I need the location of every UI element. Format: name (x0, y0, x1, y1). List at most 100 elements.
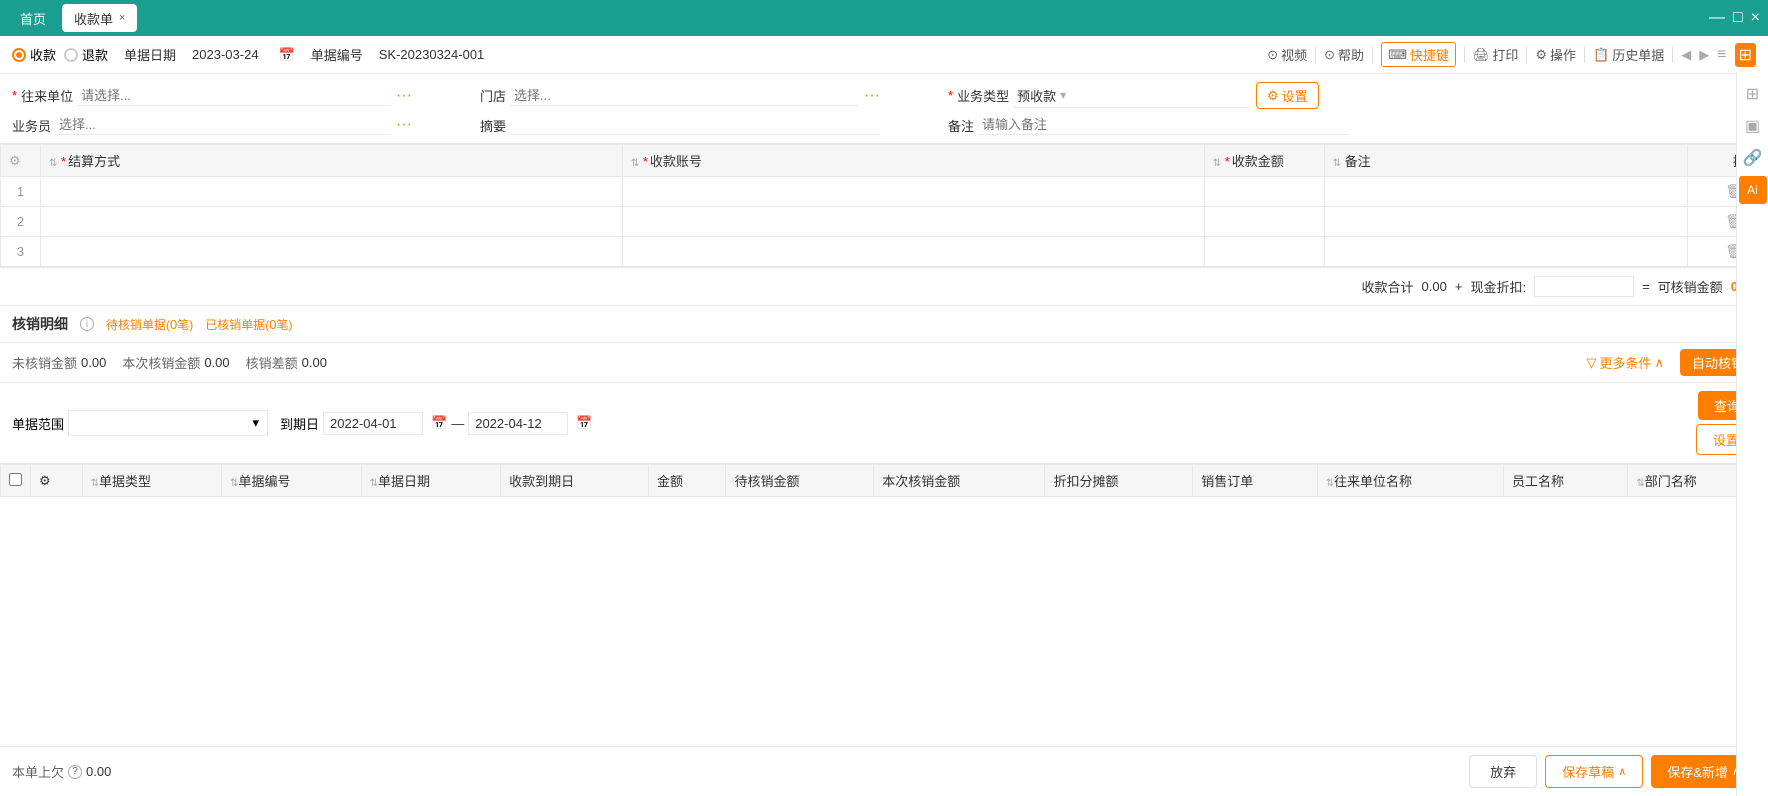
current-value: 0.00 (204, 355, 229, 370)
history-btn[interactable]: 📋 历史单据 (1593, 45, 1664, 64)
date-from-cal-icon[interactable]: 📅 (431, 415, 447, 431)
shop-input[interactable] (510, 86, 858, 106)
sidebar-image-icon[interactable]: ▣ (1739, 112, 1767, 140)
row-2-amount[interactable] (1204, 207, 1324, 237)
row-1-settle[interactable] (41, 177, 623, 207)
table-row: 1 🗑 ⧉ (1, 177, 1768, 207)
date-to-cal-icon[interactable]: 📅 (576, 415, 592, 431)
history-label: 历史单据 (1612, 45, 1664, 64)
remarks-input[interactable] (978, 115, 1348, 135)
divider2 (1372, 47, 1373, 63)
settings-button[interactable]: ⚙ 设置 (1256, 82, 1319, 109)
save-draft-btn[interactable]: 保存草稿 ∧ (1545, 755, 1643, 788)
nav-prev-icon[interactable]: ◀ (1681, 47, 1691, 63)
balance-info-icon[interactable]: ? (68, 765, 82, 779)
radio-receipt[interactable]: 收款 (12, 45, 56, 64)
print-icon: 🖨 (1473, 47, 1490, 63)
row-2-account[interactable] (622, 207, 1204, 237)
discount-label: 现金折扣: (1470, 277, 1526, 296)
minimize-icon[interactable]: — (1709, 9, 1725, 27)
save-draft-arrow[interactable]: ∧ (1618, 765, 1626, 778)
operate-btn[interactable]: ⚙ 操作 (1535, 45, 1576, 64)
nav-next-icon[interactable]: ▶ (1699, 47, 1709, 63)
help-btn[interactable]: ⊙ 帮助 (1324, 45, 1364, 64)
sidebar-link-icon[interactable]: 🔗 (1739, 144, 1767, 172)
done-tab[interactable]: 已核销单据(0笔) (205, 316, 292, 333)
footer-row: 本单上欠 ? 0.00 放弃 保存草稿 ∧ 保存&新增 ∧ (0, 746, 1768, 796)
bottom-table-settings-icon[interactable]: ⚙ (39, 473, 51, 488)
range-label: 单据范围 (12, 414, 64, 433)
current-stat: 本次核销金额 0.00 (122, 353, 229, 372)
date-from-input[interactable] (323, 412, 423, 435)
shortcut-icon: ⌨ (1388, 47, 1407, 63)
counterpart-label: 往来单位 (21, 86, 73, 105)
due-date-field: 到期日 📅 — 📅 (280, 412, 592, 435)
close-tab-icon[interactable]: × (119, 12, 125, 24)
th-staff-name: 员工名称 (1504, 465, 1628, 497)
table-settings-icon[interactable]: ⚙ (9, 153, 21, 168)
row-1-account[interactable] (622, 177, 1204, 207)
select-all-checkbox[interactable] (9, 473, 22, 486)
th-gear: ⚙ (1, 145, 41, 177)
nav-tab-home[interactable]: 首页 (8, 4, 58, 32)
th-doc-date: ⇅单据日期 (361, 465, 501, 497)
home-label: 首页 (20, 9, 46, 28)
biz-type-value: 预收款 (1017, 86, 1056, 105)
radio-refund[interactable]: 退款 (64, 45, 108, 64)
range-select[interactable]: ▾ (68, 410, 268, 436)
row-3-account[interactable] (622, 237, 1204, 267)
counterpart-more-btn[interactable]: ··· (396, 87, 412, 105)
diff-stat: 核销差额 0.00 (246, 353, 327, 372)
close-window-icon[interactable]: × (1751, 9, 1760, 27)
th-amount: ⇅ 收款金额 (1204, 145, 1324, 177)
reconcile-title: 核销明细 (12, 314, 68, 334)
summary-input[interactable] (510, 115, 880, 135)
toolbar-actions: ⊙ 视频 ⊙ 帮助 ⌨ 快捷键 🖨 打印 ⚙ 操作 (1267, 42, 1756, 67)
biz-type-select[interactable]: 预收款 ▾ (1013, 84, 1248, 108)
filter-more-btn[interactable]: ▽ 更多条件 ∧ (1586, 353, 1664, 372)
due-date-label: 到期日 (280, 414, 319, 433)
date-label: 单据日期 (124, 45, 176, 64)
plus-label: + (1455, 279, 1463, 294)
counterpart-input[interactable] (77, 86, 390, 106)
staff-field: 业务员 ··· (12, 115, 412, 135)
sidebar-table-icon[interactable]: ⊞ (1739, 80, 1767, 108)
row-1-remarks[interactable] (1324, 177, 1687, 207)
radio-receipt-circle (12, 48, 26, 62)
discount-input[interactable] (1534, 276, 1634, 297)
maximize-icon[interactable]: □ (1733, 9, 1743, 27)
shortcut-btn[interactable]: ⌨ 快捷键 (1381, 42, 1456, 67)
sidebar-scan-icon[interactable]: Ai (1739, 176, 1767, 204)
th-current-amount: 本次核销金额 (874, 465, 1045, 497)
pending-tab[interactable]: 待核销单据(0笔) (106, 316, 193, 333)
shop-more-btn[interactable]: ··· (864, 87, 880, 105)
th-amount-col: 金额 (648, 465, 726, 497)
layout-list-icon[interactable]: ≡ (1717, 46, 1726, 64)
th-sales-order: 销售订单 (1193, 465, 1317, 497)
row-3-amount[interactable] (1204, 237, 1324, 267)
footer-buttons: 放弃 保存草稿 ∧ 保存&新增 ∧ (1469, 755, 1756, 788)
video-btn[interactable]: ⊙ 视频 (1267, 45, 1307, 64)
save-draft-label: 保存草稿 (1562, 762, 1614, 781)
row-2-settle[interactable] (41, 207, 623, 237)
row-1-amount[interactable] (1204, 177, 1324, 207)
row-3-remarks[interactable] (1324, 237, 1687, 267)
row-2-remarks[interactable] (1324, 207, 1687, 237)
table-section: ⚙ ⇅ 结算方式 ⇅ 收款账号 ⇅ 收款金额 ⇅ (0, 144, 1768, 268)
nav-tab-receipts[interactable]: 收款单 × (62, 4, 137, 32)
row-3-settle[interactable] (41, 237, 623, 267)
layout-grid-icon[interactable]: ⊞ (1735, 43, 1756, 67)
equals-label: = (1642, 279, 1650, 294)
remarks-label: 备注 (948, 116, 974, 135)
staff-input[interactable] (55, 115, 390, 135)
row-1-num: 1 (1, 177, 41, 207)
reconcile-info-icon[interactable]: i (80, 317, 94, 331)
date-to-input[interactable] (468, 412, 568, 435)
bottom-table-wrap[interactable]: ⚙ ⇅单据类型 ⇅单据编号 ⇅单据日期 收款到期日 金额 待核 (0, 464, 1768, 746)
reconcile-stats: 未核销金额 0.00 本次核销金额 0.00 核销差额 0.00 ▽ 更多条件 … (0, 343, 1768, 383)
filter-more-label: 更多条件 (1599, 353, 1651, 372)
calendar-icon[interactable]: 📅 (279, 47, 295, 63)
print-btn[interactable]: 🖨 打印 (1473, 45, 1519, 64)
discard-btn[interactable]: 放弃 (1469, 755, 1537, 788)
staff-more-btn[interactable]: ··· (396, 116, 412, 134)
